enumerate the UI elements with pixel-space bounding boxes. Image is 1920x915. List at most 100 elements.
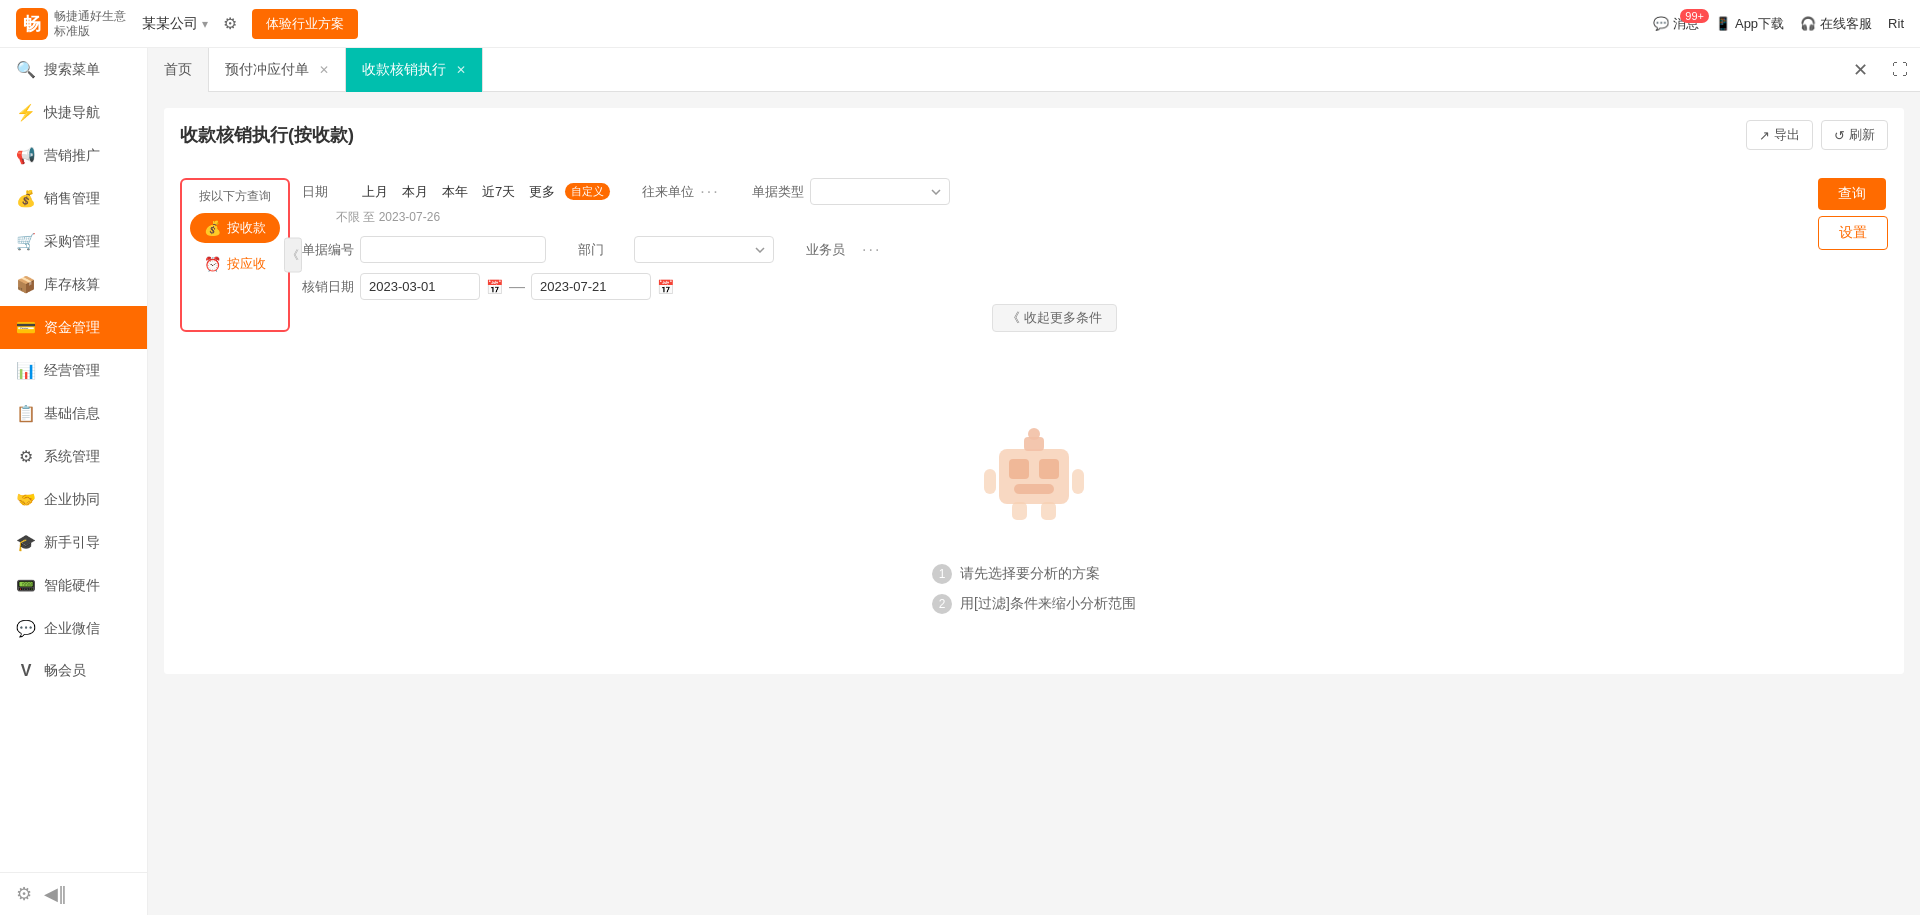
topbar: 畅 畅捷通好生意标准版 某某公司 ▾ ⚙ 体验行业方案 💬 消息 99+ 📱 A… [0,0,1920,48]
sidebar-label: 企业微信 [44,620,100,638]
dept-select[interactable] [634,236,774,263]
date-shortcuts: 上月 本月 本年 近7天 更多 自定义 [358,181,610,203]
verify-date-start-input[interactable] [360,273,480,300]
verify-date-start-calendar-icon[interactable]: 📅 [486,279,503,295]
query-option-by-receipt[interactable]: 💰 按收款 [190,213,280,243]
tab-bar-expand-button[interactable]: ⛶ [1880,61,1920,79]
company-dropdown-arrow: ▾ [202,17,208,31]
query-button[interactable]: 查询 [1818,178,1886,210]
industry-button[interactable]: 体验行业方案 [252,9,358,39]
hint-num-2: 2 [932,594,952,614]
sidebar-item-finance[interactable]: 💳 资金管理 [0,306,147,349]
service-button[interactable]: 🎧 在线客服 [1800,15,1872,33]
query-options-panel: 按以下方查询 💰 按收款 ⏰ 按应收 《 [180,178,290,332]
settings-icon[interactable]: ⚙ [16,883,32,905]
refresh-label: 刷新 [1849,126,1875,144]
sidebar-item-guide[interactable]: 🎓 新手引导 [0,521,147,564]
collapse-up-icon: 《 [1007,309,1020,327]
sidebar-item-operation[interactable]: 📊 经营管理 [0,349,147,392]
tab-prepay-close[interactable]: ✕ [319,63,329,77]
logo-text: 畅捷通好生意标准版 [54,9,126,38]
query-option-receipt-label: 按收款 [227,219,266,237]
tab-bar: 首页 预付冲应付单 ✕ 收款核销执行 ✕ ✕ ⛶ [148,48,1920,92]
sidebar-item-member[interactable]: V 畅会员 [0,650,147,692]
sidebar-item-marketing[interactable]: 📢 营销推广 [0,134,147,177]
counterpart-dots-button[interactable]: ··· [700,183,719,201]
sidebar-label: 库存核算 [44,276,100,294]
sidebar-label: 采购管理 [44,233,100,251]
tab-bar-close-button[interactable]: ✕ [1841,59,1880,81]
sidebar-label: 基础信息 [44,405,100,423]
weixin-icon: 💬 [16,619,36,638]
date-more[interactable]: 更多 [525,181,559,203]
staff-dots-button[interactable]: ··· [862,241,881,259]
search-icon: 🔍 [16,60,36,79]
sidebar-item-hardware[interactable]: 📟 智能硬件 [0,564,147,607]
doctype-select[interactable] [810,178,950,205]
svg-point-5 [1028,428,1040,440]
sidebar-item-system[interactable]: ⚙ 系统管理 [0,435,147,478]
sidebar-label: 企业协同 [44,491,100,509]
user-name[interactable]: Rit [1888,16,1904,31]
sidebar-label: 营销推广 [44,147,100,165]
sidebar-item-sales[interactable]: 💰 销售管理 [0,177,147,220]
gear-button[interactable]: ⚙ [216,10,244,38]
sidebar-item-search-menu[interactable]: 🔍 搜索菜单 [0,48,147,91]
date-this-year[interactable]: 本年 [438,181,472,203]
query-panel: 按以下方查询 💰 按收款 ⏰ 按应收 《 [164,162,1904,348]
verify-date-end-input[interactable] [531,273,651,300]
collapse-more-row: 《 收起更多条件 [302,304,1806,332]
sidebar-collapse-icon[interactable]: ◀‖ [44,883,67,905]
date-field: 日期 上月 本月 本年 近7天 更多 自定义 [302,181,610,203]
sidebar-item-inventory[interactable]: 📦 库存核算 [0,263,147,306]
export-button[interactable]: ↗ 导出 [1746,120,1813,150]
receipt-icon: 💰 [204,220,221,236]
tab-home-label: 首页 [164,61,192,79]
hint-num-1: 1 [932,564,952,584]
tab-prepay[interactable]: 预付冲应付单 ✕ [209,48,346,92]
query-panel-collapse[interactable]: 《 [284,238,302,273]
company-selector[interactable]: 某某公司 ▾ [142,15,208,33]
docno-input[interactable] [360,236,546,263]
date-7days[interactable]: 近7天 [478,181,519,203]
company-name: 某某公司 [142,15,198,33]
verify-date-range: 📅 — 📅 [360,273,674,300]
system-icon: ⚙ [16,447,36,466]
message-button[interactable]: 💬 消息 99+ [1653,15,1699,33]
counterpart-field: 往来单位 ··· [642,183,719,201]
sidebar-item-enterprise[interactable]: 🤝 企业协同 [0,478,147,521]
sidebar-item-purchase[interactable]: 🛒 采购管理 [0,220,147,263]
svg-rect-8 [1012,502,1027,520]
collapse-more-button[interactable]: 《 收起更多条件 [992,304,1117,332]
message-badge: 99+ [1680,9,1709,23]
inventory-icon: 📦 [16,275,36,294]
query-option-receivable-label: 按应收 [227,255,266,273]
tab-receipts[interactable]: 收款核销执行 ✕ [346,48,483,92]
logo: 畅 畅捷通好生意标准版 [16,8,126,40]
operation-icon: 📊 [16,361,36,380]
tab-home[interactable]: 首页 [148,48,209,92]
sidebar-item-basic-info[interactable]: 📋 基础信息 [0,392,147,435]
query-option-by-receivable[interactable]: ⏰ 按应收 [190,249,280,279]
app-download-button[interactable]: 📱 App下载 [1715,15,1784,33]
query-row-2: 单据编号 部门 [302,236,1806,263]
empty-hint: 1 请先选择要分析的方案 2 用[过滤]条件来缩小分析范围 [932,564,1136,614]
setting-button[interactable]: 设置 [1818,216,1888,250]
page-actions: ↗ 导出 ↺ 刷新 [1746,120,1888,150]
date-custom-badge[interactable]: 自定义 [565,183,610,200]
empty-state: 1 请先选择要分析的方案 2 用[过滤]条件来缩小分析范围 [164,349,1904,674]
query-options-title: 按以下方查询 [190,188,280,205]
verify-date-end-calendar-icon[interactable]: 📅 [657,279,674,295]
svg-rect-7 [1072,469,1084,494]
tab-receipts-close[interactable]: ✕ [456,63,466,77]
page-header: 收款核销执行(按收款) ↗ 导出 ↺ 刷新 [164,108,1904,162]
sidebar-item-weixin[interactable]: 💬 企业微信 [0,607,147,650]
sidebar-item-quick-nav[interactable]: ⚡ 快捷导航 [0,91,147,134]
refresh-icon: ↺ [1834,128,1845,143]
refresh-button[interactable]: ↺ 刷新 [1821,120,1888,150]
sidebar-label: 新手引导 [44,534,100,552]
date-last-month[interactable]: 上月 [358,181,392,203]
date-this-month[interactable]: 本月 [398,181,432,203]
sales-icon: 💰 [16,189,36,208]
svg-rect-6 [984,469,996,494]
